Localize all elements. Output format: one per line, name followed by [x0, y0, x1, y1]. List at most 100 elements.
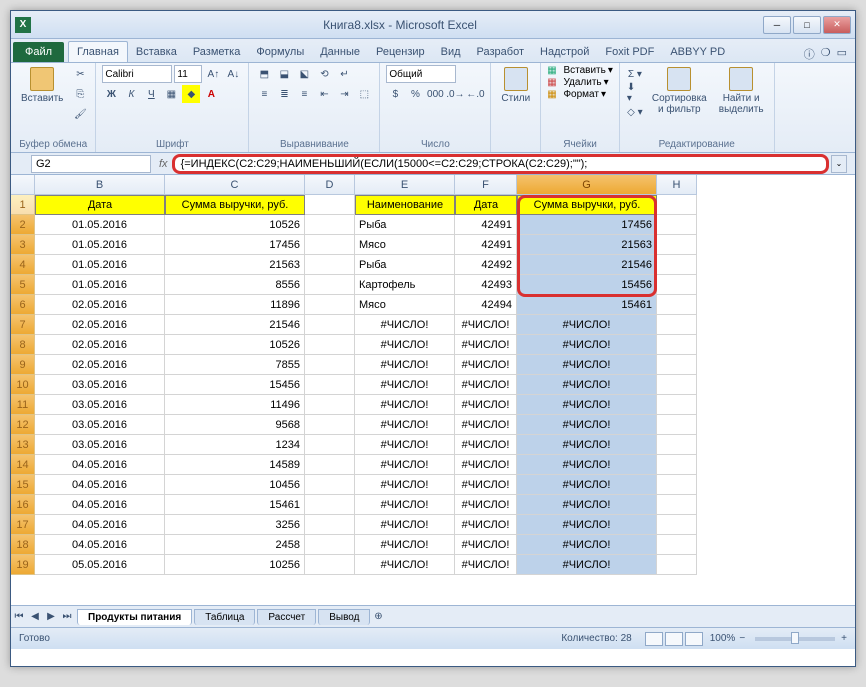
column-header-E[interactable]: E	[355, 175, 455, 195]
column-header-H[interactable]: H	[657, 175, 697, 195]
row-header-16[interactable]: 16	[11, 495, 35, 515]
expand-formula-bar-button[interactable]: ⌄	[831, 155, 847, 173]
tab-addins[interactable]: Надстрой	[532, 42, 597, 62]
cell-C6[interactable]: 11896	[165, 295, 305, 315]
name-box[interactable]: G2	[31, 155, 151, 173]
select-all-corner[interactable]	[11, 175, 35, 195]
column-header-D[interactable]: D	[305, 175, 355, 195]
delete-cells-button[interactable]: ▦ Удалить ▾	[547, 77, 608, 88]
cell-H1[interactable]	[657, 195, 697, 215]
row-header-4[interactable]: 4	[11, 255, 35, 275]
cell-H14[interactable]	[657, 455, 697, 475]
font-size-combo[interactable]	[174, 65, 202, 83]
cell-G3[interactable]: 21563	[517, 235, 657, 255]
cell-D14[interactable]	[305, 455, 355, 475]
row-header-10[interactable]: 10	[11, 375, 35, 395]
cell-C11[interactable]: 11496	[165, 395, 305, 415]
row-header-18[interactable]: 18	[11, 535, 35, 555]
cell-F12[interactable]: #ЧИСЛО!	[455, 415, 517, 435]
cell-D7[interactable]	[305, 315, 355, 335]
cell-B17[interactable]: 04.05.2016	[35, 515, 165, 535]
comma-button[interactable]: 000	[426, 85, 444, 103]
cell-C15[interactable]: 10456	[165, 475, 305, 495]
cell-D5[interactable]	[305, 275, 355, 295]
cell-C10[interactable]: 15456	[165, 375, 305, 395]
row-header-13[interactable]: 13	[11, 435, 35, 455]
cell-E1[interactable]: Наименование	[355, 195, 455, 215]
cell-H11[interactable]	[657, 395, 697, 415]
row-header-9[interactable]: 9	[11, 355, 35, 375]
align-center-button[interactable]: ≣	[275, 85, 293, 103]
zoom-in-button[interactable]: +	[841, 633, 847, 644]
cell-E11[interactable]: #ЧИСЛО!	[355, 395, 455, 415]
cell-B4[interactable]: 01.05.2016	[35, 255, 165, 275]
cell-H18[interactable]	[657, 535, 697, 555]
cut-button[interactable]: ✂	[71, 65, 89, 83]
cell-E14[interactable]: #ЧИСЛО!	[355, 455, 455, 475]
cell-B9[interactable]: 02.05.2016	[35, 355, 165, 375]
cell-D2[interactable]	[305, 215, 355, 235]
decrease-indent-button[interactable]: ⇤	[315, 85, 333, 103]
row-header-12[interactable]: 12	[11, 415, 35, 435]
increase-font-button[interactable]: A↑	[204, 65, 222, 83]
cell-H5[interactable]	[657, 275, 697, 295]
row-header-8[interactable]: 8	[11, 335, 35, 355]
tab-insert[interactable]: Вставка	[128, 42, 185, 62]
zoom-level[interactable]: 100%	[710, 633, 736, 644]
cell-G18[interactable]: #ЧИСЛО!	[517, 535, 657, 555]
cell-E7[interactable]: #ЧИСЛО!	[355, 315, 455, 335]
cell-B7[interactable]: 02.05.2016	[35, 315, 165, 335]
cell-D17[interactable]	[305, 515, 355, 535]
cell-C17[interactable]: 3256	[165, 515, 305, 535]
cell-E17[interactable]: #ЧИСЛО!	[355, 515, 455, 535]
cell-H9[interactable]	[657, 355, 697, 375]
cell-E5[interactable]: Картофель	[355, 275, 455, 295]
cell-B6[interactable]: 02.05.2016	[35, 295, 165, 315]
cell-B18[interactable]: 04.05.2016	[35, 535, 165, 555]
sheet-nav-prev[interactable]: ◀	[27, 609, 43, 625]
tab-abbyy[interactable]: ABBYY PD	[662, 42, 733, 62]
sheet-tab-2[interactable]: Рассчет	[257, 609, 316, 625]
copy-button[interactable]: ⎘	[71, 85, 89, 103]
maximize-button[interactable]: □	[793, 16, 821, 34]
cell-E10[interactable]: #ЧИСЛО!	[355, 375, 455, 395]
cell-C1[interactable]: Сумма выручки, руб.	[165, 195, 305, 215]
cell-F17[interactable]: #ЧИСЛО!	[455, 515, 517, 535]
fill-button[interactable]: ⬇ ▾	[626, 84, 644, 102]
cell-E6[interactable]: Мясо	[355, 295, 455, 315]
zoom-slider[interactable]	[755, 637, 835, 641]
cell-D8[interactable]	[305, 335, 355, 355]
cell-F8[interactable]: #ЧИСЛО!	[455, 335, 517, 355]
align-middle-button[interactable]: ⬓	[275, 65, 293, 83]
cell-C8[interactable]: 10526	[165, 335, 305, 355]
cell-F5[interactable]: 42493	[455, 275, 517, 295]
cell-C16[interactable]: 15461	[165, 495, 305, 515]
cell-F19[interactable]: #ЧИСЛО!	[455, 555, 517, 575]
cell-B2[interactable]: 01.05.2016	[35, 215, 165, 235]
tab-formulas[interactable]: Формулы	[248, 42, 312, 62]
cell-B12[interactable]: 03.05.2016	[35, 415, 165, 435]
decrease-decimal-button[interactable]: ←.0	[466, 85, 484, 103]
cell-B8[interactable]: 02.05.2016	[35, 335, 165, 355]
view-pagebreak-button[interactable]	[685, 632, 703, 646]
close-button[interactable]: ✕	[823, 16, 851, 34]
cell-F15[interactable]: #ЧИСЛО!	[455, 475, 517, 495]
cell-G2[interactable]: 17456	[517, 215, 657, 235]
sort-filter-button[interactable]: Сортировка и фильтр	[648, 65, 711, 117]
cell-B1[interactable]: Дата	[35, 195, 165, 215]
cell-E18[interactable]: #ЧИСЛО!	[355, 535, 455, 555]
cell-G4[interactable]: 21546	[517, 255, 657, 275]
cell-E15[interactable]: #ЧИСЛО!	[355, 475, 455, 495]
align-left-button[interactable]: ≡	[255, 85, 273, 103]
new-sheet-button[interactable]: ⊕	[370, 609, 386, 625]
cell-C12[interactable]: 9568	[165, 415, 305, 435]
cell-E2[interactable]: Рыба	[355, 215, 455, 235]
cell-G11[interactable]: #ЧИСЛО!	[517, 395, 657, 415]
wrap-text-button[interactable]: ↵	[335, 65, 353, 83]
increase-indent-button[interactable]: ⇥	[335, 85, 353, 103]
row-header-6[interactable]: 6	[11, 295, 35, 315]
italic-button[interactable]: К	[122, 85, 140, 103]
decrease-font-button[interactable]: A↓	[224, 65, 242, 83]
cell-B11[interactable]: 03.05.2016	[35, 395, 165, 415]
percent-button[interactable]: %	[406, 85, 424, 103]
